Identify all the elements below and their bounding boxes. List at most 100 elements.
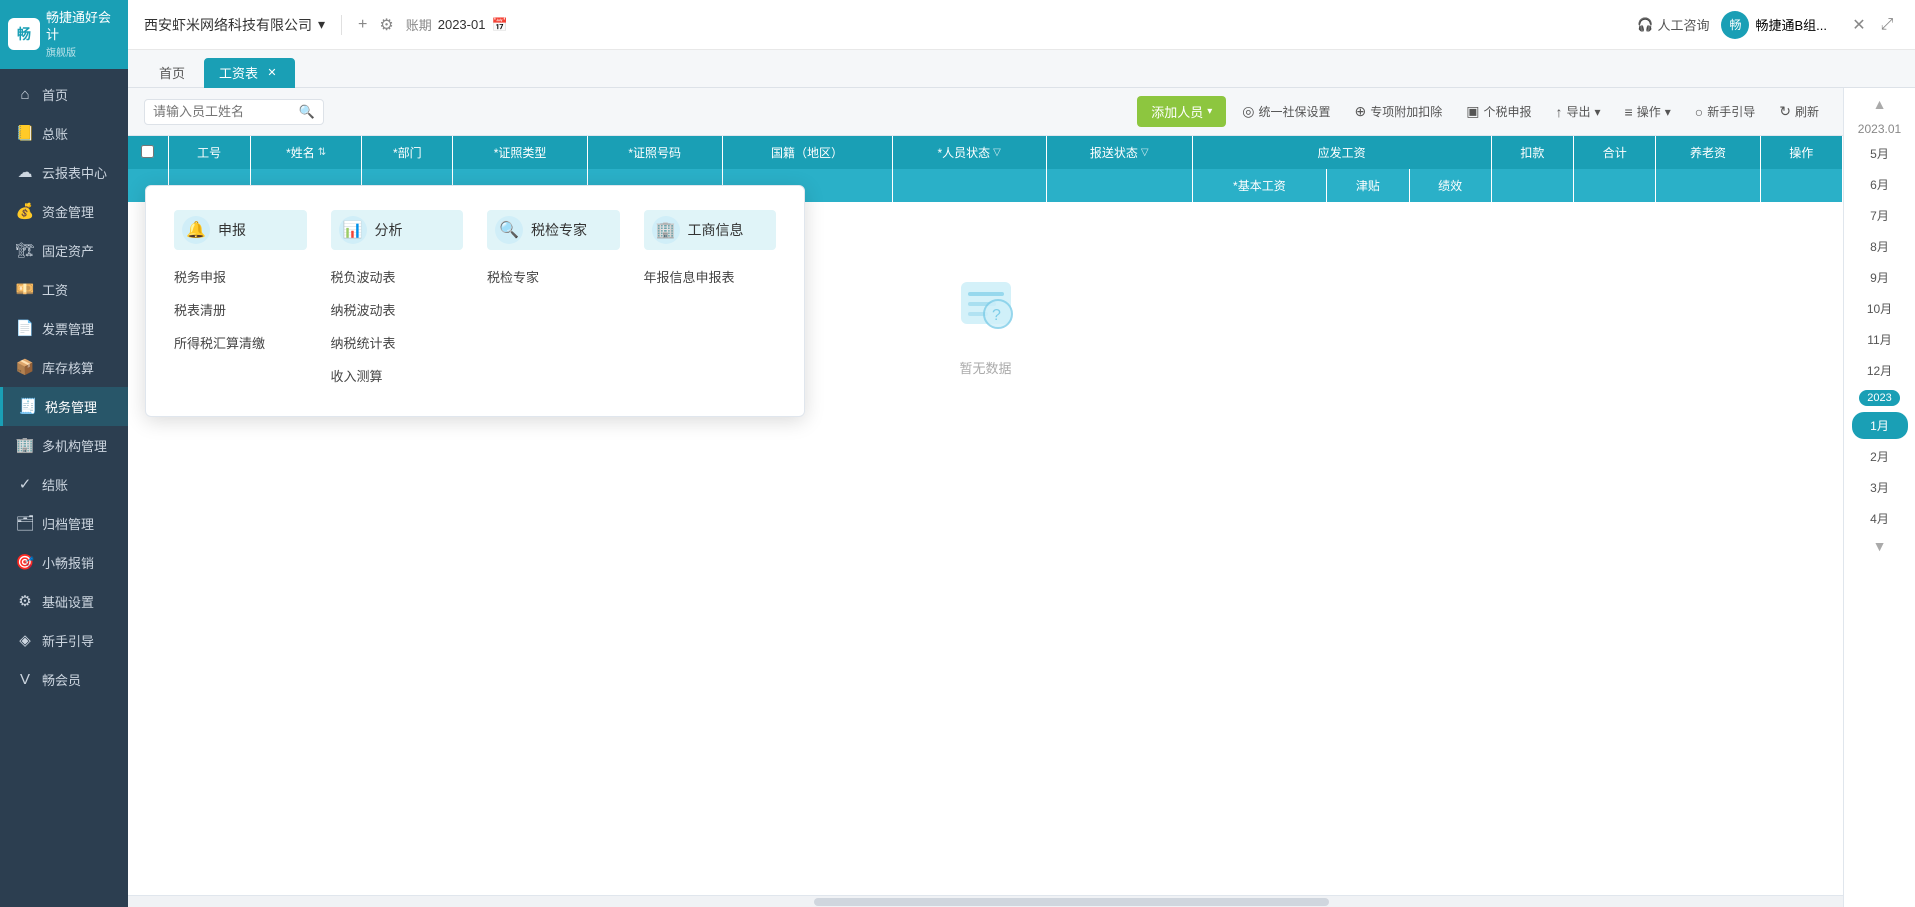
month-item-12月[interactable]: 12月 — [1852, 357, 1908, 384]
sidebar-item-member[interactable]: V畅会员 — [0, 660, 128, 699]
status-filter-icon[interactable]: ▽ — [993, 147, 1001, 158]
tax-declaration-icon: ▣ — [1466, 103, 1479, 120]
closing-nav-label: 结账 — [42, 475, 68, 494]
sidebar-item-guide[interactable]: ◈新手引导 — [0, 621, 128, 660]
user-menu[interactable]: 畅 畅捷通B组... — [1721, 11, 1827, 39]
menu-item-tax-declaration[interactable]: 税务申报 — [174, 260, 307, 293]
horizontal-scrollbar[interactable] — [128, 895, 1843, 907]
sidebar-item-fund[interactable]: 💰资金管理 — [0, 192, 128, 231]
sidebar-item-fixed-assets[interactable]: 🏗固定资产 — [0, 231, 128, 270]
fund-nav-label: 资金管理 — [42, 202, 94, 221]
sidebar-item-inventory[interactable]: 📦库存核算 — [0, 348, 128, 387]
menu-item-income-calc[interactable]: 收入测算 — [331, 359, 464, 392]
menu-item-annual-report[interactable]: 年报信息申报表 — [644, 260, 777, 293]
settings-icon[interactable]: ⚙ — [379, 15, 393, 35]
tax-declaration-label: 个税申报 — [1483, 103, 1531, 120]
plus-icon[interactable]: + — [358, 16, 367, 34]
menu-item-tax-burden[interactable]: 税负波动表 — [331, 260, 464, 293]
period-value: 2023-01 — [438, 17, 486, 32]
month-2023-item-3月[interactable]: 3月 — [1852, 474, 1908, 501]
tax-expert-section-title: 税检专家 — [531, 220, 587, 240]
sidebar-item-cloud-report[interactable]: ☁云报表中心 — [0, 153, 128, 192]
new-guide-button[interactable]: ○ 新手引导 — [1687, 99, 1763, 124]
year-2023-badge: 2023 — [1859, 390, 1899, 406]
special-deduction-label: 专项附加扣除 — [1370, 103, 1442, 120]
sidebar-item-invoice[interactable]: 📄发票管理 — [0, 309, 128, 348]
operations-button[interactable]: ≡ 操作 ▾ — [1617, 99, 1679, 124]
calendar-icon[interactable]: 📅 — [491, 17, 507, 33]
export-icon: ↑ — [1556, 104, 1563, 120]
menu-item-tax-table[interactable]: 税表清册 — [174, 293, 307, 326]
ledger-nav-icon: 📒 — [16, 124, 34, 142]
menu-section-business-info-header: 🏢 工商信息 — [644, 210, 777, 250]
inventory-nav-label: 库存核算 — [42, 358, 94, 377]
export-button[interactable]: ↑ 导出 ▾ — [1548, 99, 1609, 124]
multi-org-nav-label: 多机构管理 — [42, 436, 107, 455]
menu-item-tax-stats[interactable]: 纳税统计表 — [331, 326, 464, 359]
th-report-status: 报送状态 ▽ — [1046, 136, 1192, 169]
refresh-button[interactable]: ↻ 刷新 — [1771, 99, 1827, 124]
name-sort-icon[interactable]: ⇅ — [318, 147, 326, 158]
select-all-checkbox[interactable] — [141, 145, 154, 158]
social-insurance-label: 统一社保设置 — [1258, 103, 1330, 120]
month-item-5月[interactable]: 5月 — [1852, 140, 1908, 167]
month-2023-item-1月[interactable]: 1月 — [1852, 412, 1908, 439]
add-person-label: 添加人员 — [1151, 102, 1203, 121]
new-guide-icon: ○ — [1695, 104, 1703, 120]
toolbar: 🔍 添加人员 ▾ ◎ 统一社保设置 ⊕ 专项附加扣除 ▣ 个税申报 — [128, 88, 1843, 136]
date-sidebar: ▲ 2023.01 5月 6月 7月 8月 9月 10月 11月 12月 2023 1月 2月 3月 4… — [1843, 88, 1915, 907]
add-person-dropdown-arrow: ▾ — [1207, 106, 1212, 117]
support-button[interactable]: 🎧 人工咨询 — [1637, 15, 1709, 34]
sidebar-navigation: ⌂首页📒总账☁云报表中心💰资金管理🏗固定资产💴工资📄发票管理📦库存核算🧾税务管理… — [0, 69, 128, 907]
sidebar-item-archive[interactable]: 🗂归档管理 — [0, 504, 128, 543]
month-item-6月[interactable]: 6月 — [1852, 171, 1908, 198]
tax-declaration-button[interactable]: ▣ 个税申报 — [1458, 99, 1539, 124]
tab-salary-table[interactable]: 工资表 ✕ — [204, 58, 295, 88]
menu-section-analysis: 📊 分析 税负波动表 纳税波动表 纳税统计表 收入测算 — [319, 202, 476, 400]
date-year-header: 2023.01 — [1858, 116, 1901, 138]
special-deduction-button[interactable]: ⊕ 专项附加扣除 — [1347, 99, 1451, 124]
tab-close-icon[interactable]: ✕ — [264, 65, 280, 81]
tax-expert-section-icon: 🔍 — [495, 216, 523, 244]
period-label: 账期 — [406, 15, 432, 34]
scrollbar-thumb[interactable] — [814, 898, 1329, 906]
sidebar-item-tax[interactable]: 🧾税务管理 — [0, 387, 128, 426]
sidebar-item-salary[interactable]: 💴工资 — [0, 270, 128, 309]
social-insurance-icon: ◎ — [1242, 103, 1254, 120]
report-status-filter-icon[interactable]: ▽ — [1141, 147, 1149, 158]
sidebar-item-ledger[interactable]: 📒总账 — [0, 114, 128, 153]
sidebar-item-marketing[interactable]: 🎯小畅报销 — [0, 543, 128, 582]
invoice-nav-icon: 📄 — [16, 319, 34, 337]
expand-button[interactable]: ⤢ — [1875, 13, 1899, 37]
company-dropdown-icon[interactable]: ▾ — [318, 16, 325, 33]
menu-section-business-info: 🏢 工商信息 年报信息申报表 — [632, 202, 789, 400]
menu-item-tax-payment[interactable]: 纳税波动表 — [331, 293, 464, 326]
month-item-8月[interactable]: 8月 — [1852, 233, 1908, 260]
menu-item-tax-expert[interactable]: 税检专家 — [487, 260, 620, 293]
month-item-11月[interactable]: 11月 — [1852, 326, 1908, 353]
th-id-type: *证照类型 — [453, 136, 588, 169]
search-input[interactable] — [153, 104, 293, 119]
sidebar-item-closing[interactable]: ✓结账 — [0, 465, 128, 504]
company-selector[interactable]: 西安虾米网络科技有限公司 ▾ — [144, 15, 325, 35]
month-2023-item-2月[interactable]: 2月 — [1852, 443, 1908, 470]
menu-item-tax-settlement[interactable]: 所得税汇算清缴 — [174, 326, 307, 359]
sidebar-item-multi-org[interactable]: 🏢多机构管理 — [0, 426, 128, 465]
th-base-salary: *基本工资 — [1192, 169, 1327, 202]
th-status: *人员状态 ▽ — [892, 136, 1046, 169]
social-insurance-button[interactable]: ◎ 统一社保设置 — [1234, 99, 1338, 124]
add-person-button[interactable]: 添加人员 ▾ — [1137, 96, 1226, 127]
guide-nav-icon: ◈ — [16, 631, 34, 649]
date-nav-up[interactable]: ▲ — [1869, 92, 1891, 116]
date-nav-down[interactable]: ▼ — [1869, 534, 1891, 558]
close-button[interactable]: ✕ — [1847, 13, 1871, 37]
month-item-10月[interactable]: 10月 — [1852, 295, 1908, 322]
month-2023-item-4月[interactable]: 4月 — [1852, 505, 1908, 532]
sidebar-item-home[interactable]: ⌂首页 — [0, 75, 128, 114]
month-item-9月[interactable]: 9月 — [1852, 264, 1908, 291]
member-nav-label: 畅会员 — [42, 670, 81, 689]
sidebar-item-settings[interactable]: ⚙基础设置 — [0, 582, 128, 621]
menu-section-tax-expert-header: 🔍 税检专家 — [487, 210, 620, 250]
tab-home[interactable]: 首页 — [144, 58, 200, 88]
month-item-7月[interactable]: 7月 — [1852, 202, 1908, 229]
